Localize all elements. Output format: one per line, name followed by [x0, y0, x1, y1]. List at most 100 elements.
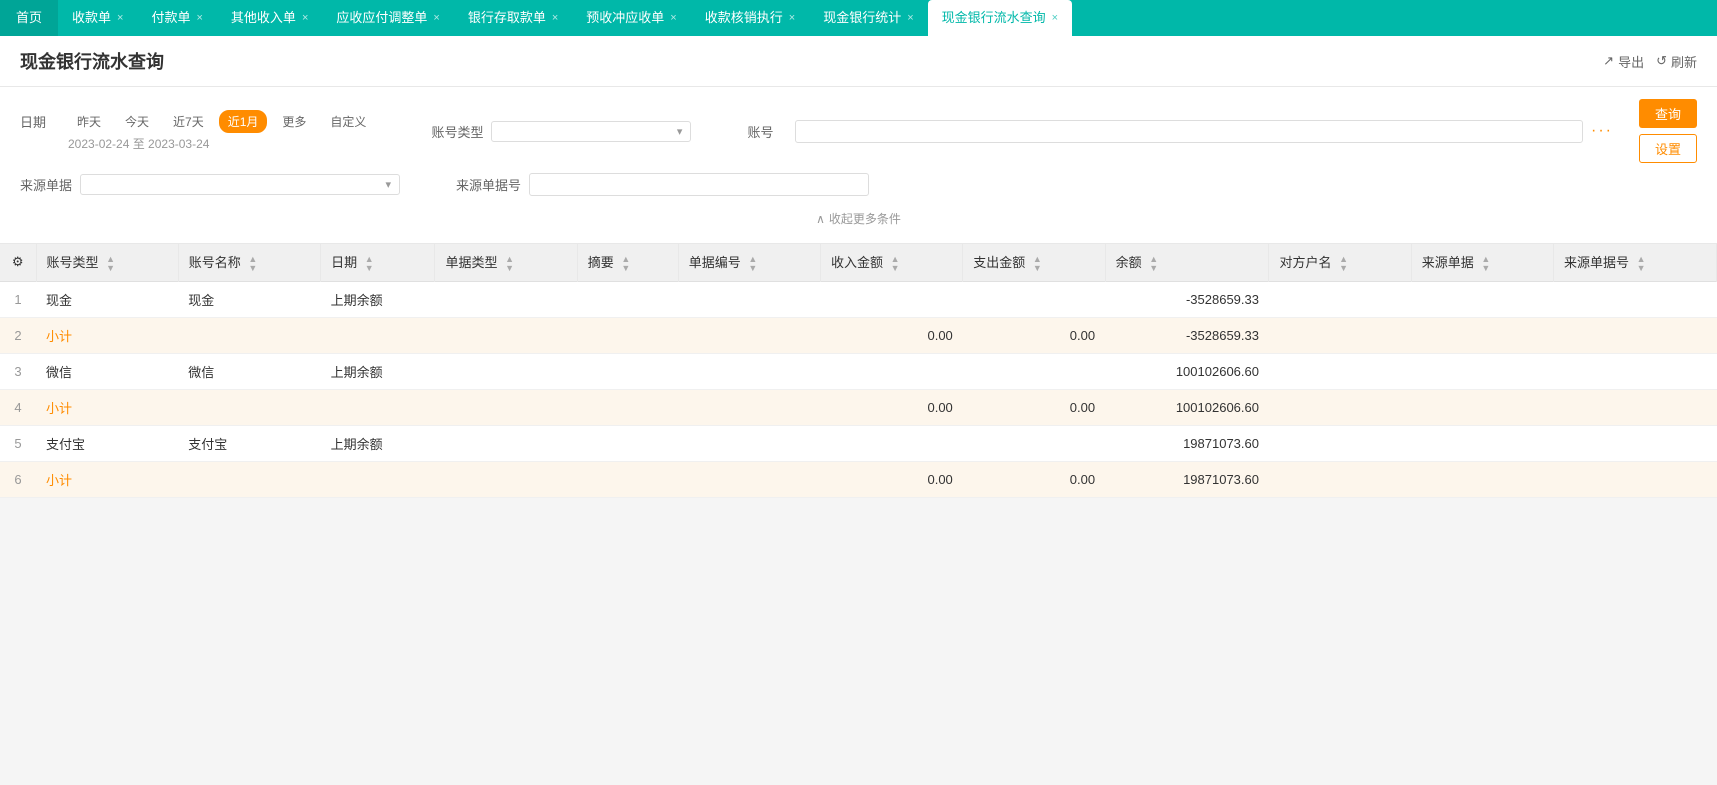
settings-button[interactable]: 设置 — [1639, 134, 1697, 163]
td-balance: 19871073.60 — [1105, 425, 1269, 461]
td-account-name: 微信 — [178, 353, 320, 389]
td-account-name — [178, 389, 320, 425]
tab-close-icon[interactable]: × — [789, 0, 795, 36]
nav-tab[interactable]: 现金银行流水查询× — [928, 0, 1072, 36]
date-option-今天[interactable]: 今天 — [116, 110, 158, 133]
th-account-name[interactable]: 账号名称 ▲▼ — [178, 244, 320, 281]
td-expense: 0.00 — [963, 317, 1105, 353]
td-doc-type — [435, 353, 577, 389]
td-balance: 100102606.60 — [1105, 353, 1269, 389]
date-options: 昨天今天近7天近1月更多自定义 — [68, 110, 375, 133]
table-row: 4小计0.000.00100102606.60 — [0, 389, 1717, 425]
td-source-doc-num — [1554, 461, 1717, 497]
table-row: 6小计0.000.0019871073.60 — [0, 461, 1717, 497]
account-input[interactable] — [795, 120, 1583, 143]
tab-close-icon[interactable]: × — [196, 0, 202, 36]
th-expense[interactable]: 支出金额 ▲▼ — [963, 244, 1105, 281]
th-doc-type[interactable]: 单据类型 ▲▼ — [435, 244, 577, 281]
th-settings[interactable]: ⚙ — [0, 244, 36, 281]
account-more-icon[interactable]: ··· — [1591, 122, 1613, 140]
nav-tab[interactable]: 付款单× — [137, 0, 216, 36]
table-row: 1现金现金上期余额-3528659.33 — [0, 281, 1717, 317]
column-settings-icon[interactable]: ⚙ — [12, 254, 24, 269]
source-doc-num-input[interactable] — [529, 173, 869, 196]
tab-close-icon[interactable]: × — [433, 0, 439, 36]
th-counterpart[interactable]: 对方户名 ▲▼ — [1269, 244, 1411, 281]
nav-tab[interactable]: 现金银行统计× — [809, 0, 927, 36]
td-doc-type — [435, 425, 577, 461]
td-counterpart — [1269, 281, 1411, 317]
td-income: 0.00 — [821, 461, 963, 497]
td-row-num: 2 — [0, 317, 36, 353]
td-balance: 100102606.60 — [1105, 389, 1269, 425]
td-source-doc-num — [1554, 317, 1717, 353]
td-source-doc — [1411, 389, 1553, 425]
td-income: 0.00 — [821, 389, 963, 425]
tab-close-icon[interactable]: × — [1052, 0, 1058, 36]
refresh-button[interactable]: ↺ 刷新 — [1656, 52, 1697, 71]
filter-row-1: 日期 昨天今天近7天近1月更多自定义 2023-02-24 至 2023-03-… — [20, 99, 1697, 163]
export-icon: ↗ — [1603, 53, 1614, 69]
th-summary[interactable]: 摘要 ▲▼ — [577, 244, 678, 281]
th-account-type[interactable]: 账号类型 ▲▼ — [36, 244, 178, 281]
tab-close-icon[interactable]: × — [670, 0, 676, 36]
td-income — [821, 281, 963, 317]
td-counterpart — [1269, 425, 1411, 461]
refresh-icon: ↺ — [1656, 53, 1667, 69]
tab-close-icon[interactable]: × — [907, 0, 913, 36]
td-source-doc — [1411, 317, 1553, 353]
td-income — [821, 425, 963, 461]
td-expense — [963, 281, 1105, 317]
date-option-近7天[interactable]: 近7天 — [164, 110, 213, 133]
export-button[interactable]: ↗ 导出 — [1603, 52, 1644, 71]
table-row: 2小计0.000.00-3528659.33 — [0, 317, 1717, 353]
source-doc-select[interactable]: ▾ — [80, 174, 400, 195]
nav-tab[interactable]: 其他收入单× — [217, 0, 322, 36]
nav-tab[interactable]: 银行存取款单× — [454, 0, 572, 36]
th-date[interactable]: 日期 ▲▼ — [321, 244, 435, 281]
td-source-doc — [1411, 353, 1553, 389]
td-summary — [577, 425, 678, 461]
tab-close-icon[interactable]: × — [552, 0, 558, 36]
filter-section: 日期 昨天今天近7天近1月更多自定义 2023-02-24 至 2023-03-… — [0, 87, 1717, 244]
nav-tab[interactable]: 收款核销执行× — [691, 0, 809, 36]
th-source-doc-num[interactable]: 来源单据号 ▲▼ — [1554, 244, 1717, 281]
nav-home[interactable]: 首页 — [0, 0, 58, 36]
date-option-昨天[interactable]: 昨天 — [68, 110, 110, 133]
account-type-select[interactable]: ▾ — [491, 121, 691, 142]
th-income[interactable]: 收入金额 ▲▼ — [821, 244, 963, 281]
page-title: 现金银行流水查询 — [20, 48, 164, 74]
td-account-name — [178, 317, 320, 353]
td-income — [821, 353, 963, 389]
tab-close-icon[interactable]: × — [117, 0, 123, 36]
td-doc-num — [678, 425, 820, 461]
account-label: 账号 — [747, 122, 787, 141]
td-expense: 0.00 — [963, 461, 1105, 497]
date-option-自定义[interactable]: 自定义 — [321, 110, 375, 133]
source-doc-arrow-icon: ▾ — [385, 178, 391, 191]
th-balance[interactable]: 余额 ▲▼ — [1105, 244, 1269, 281]
td-date: 上期余额 — [321, 425, 435, 461]
td-account-type: 支付宝 — [36, 425, 178, 461]
tab-close-icon[interactable]: × — [302, 0, 308, 36]
date-option-更多[interactable]: 更多 — [273, 110, 315, 133]
account-type-arrow-icon: ▾ — [677, 125, 683, 138]
nav-tab[interactable]: 预收冲应收单× — [572, 0, 690, 36]
date-option-近1月[interactable]: 近1月 — [219, 110, 268, 133]
td-date: 上期余额 — [321, 281, 435, 317]
td-source-doc — [1411, 425, 1553, 461]
td-date: 上期余额 — [321, 353, 435, 389]
td-account-name — [178, 461, 320, 497]
th-doc-num[interactable]: 单据编号 ▲▼ — [678, 244, 820, 281]
nav-tab[interactable]: 收款单× — [58, 0, 137, 36]
nav-tab[interactable]: 应收应付调整单× — [322, 0, 453, 36]
td-account-type: 现金 — [36, 281, 178, 317]
td-summary — [577, 353, 678, 389]
query-button[interactable]: 查询 — [1639, 99, 1697, 128]
collapse-bar[interactable]: ∧ 收起更多条件 — [20, 206, 1697, 235]
td-doc-type — [435, 461, 577, 497]
collapse-label: 收起更多条件 — [829, 210, 901, 227]
td-row-num: 3 — [0, 353, 36, 389]
th-source-doc[interactable]: 来源单据 ▲▼ — [1411, 244, 1553, 281]
source-doc-num-label: 来源单据号 — [456, 175, 521, 194]
